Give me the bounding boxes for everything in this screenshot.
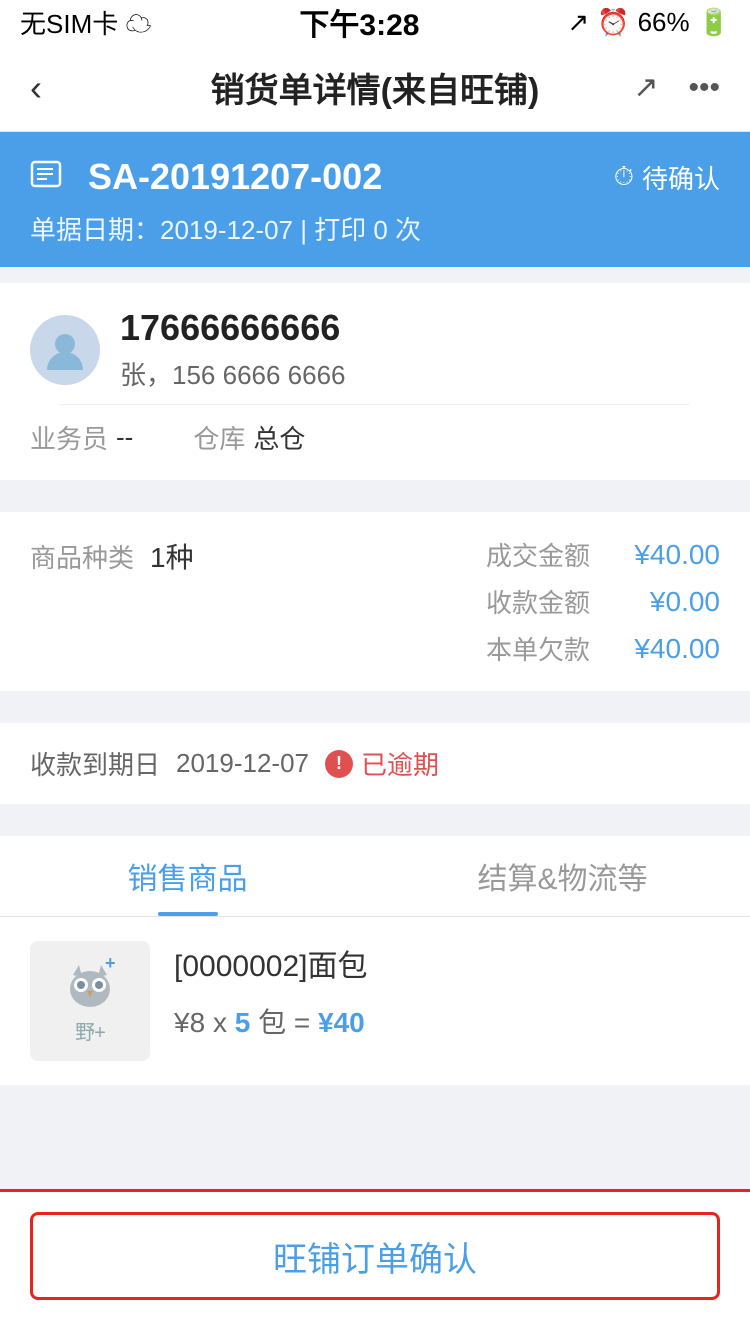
- tab-products-label: 销售商品: [128, 854, 248, 898]
- confirm-btn-wrapper: 旺铺订单确认: [0, 1189, 750, 1334]
- battery-icon: 🔋: [698, 7, 730, 38]
- transaction-amount-label: 成交金额: [486, 536, 590, 573]
- invoice-icon: [30, 160, 66, 195]
- product-logo-icon: +: [55, 957, 125, 1012]
- product-category-value: 1种: [150, 536, 194, 576]
- nav-bar: ‹ 销货单详情(来自旺铺) ↗︎ •••: [0, 44, 750, 132]
- price-multiply: x: [213, 1007, 235, 1038]
- received-amount-label: 收款金额: [486, 583, 590, 620]
- due-date-label: 收款到期日: [30, 745, 160, 782]
- received-amount-value: ¥0.00: [610, 586, 720, 618]
- order-date: 单据日期：2019-12-07 | 打印 0 次: [30, 210, 720, 247]
- product-name: [0000002]面包: [174, 941, 720, 985]
- product-title: 面包: [307, 950, 367, 983]
- tab-settlement[interactable]: 结算&物流等: [375, 836, 750, 916]
- salesperson-value: --: [116, 422, 133, 453]
- alarm-icon: ⏰: [597, 7, 629, 38]
- tab-products[interactable]: 销售商品: [0, 836, 375, 916]
- nav-actions: ↗︎ •••: [633, 70, 720, 105]
- overdue-badge: ! 已逾期: [325, 745, 439, 782]
- summary-section: 商品种类 1种 成交金额 ¥40.00 收款金额 ¥0.00 本单欠款 ¥40.…: [0, 512, 750, 691]
- price-equals: =: [294, 1007, 318, 1038]
- customer-phone: 17666666666: [120, 307, 346, 349]
- back-button[interactable]: ‹: [30, 67, 42, 109]
- price-unit: ¥8: [174, 1007, 205, 1038]
- transaction-amount-value: ¥40.00: [610, 539, 720, 571]
- product-total: ¥40: [318, 1007, 365, 1038]
- owed-amount-value: ¥40.00: [610, 633, 720, 665]
- gap-1: [0, 480, 750, 496]
- battery-status: 66%: [638, 7, 690, 38]
- share-button[interactable]: ↗︎: [633, 70, 658, 105]
- overdue-icon: !: [325, 750, 353, 778]
- product-code: [0000002]: [174, 950, 307, 983]
- customer-avatar: [30, 315, 100, 385]
- status-text: 待确认: [642, 159, 720, 196]
- page-title: 销货单详情(来自旺铺): [211, 63, 540, 112]
- product-price: ¥8 x 5 包 = ¥40: [174, 1001, 720, 1041]
- order-status: ⏱ 待确认: [614, 159, 720, 196]
- overdue-text: 已逾期: [361, 745, 439, 782]
- clock-icon: ⏱: [614, 161, 634, 193]
- due-date-value: 2019-12-07: [176, 748, 309, 779]
- product-image: + 野+: [30, 941, 150, 1061]
- product-info: [0000002]面包 ¥8 x 5 包 = ¥40: [174, 941, 720, 1041]
- more-button[interactable]: •••: [688, 71, 720, 105]
- order-header: SA-20191207-002 ⏱ 待确认 单据日期：2019-12-07 | …: [0, 132, 750, 267]
- status-time: 下午3:28: [299, 0, 419, 44]
- location-icon: ↗: [567, 7, 589, 38]
- status-bar: 无SIM卡 ☁ 下午3:28 ↗ ⏰ 66% 🔋: [0, 0, 750, 44]
- gap-3: [0, 804, 750, 820]
- warehouse-value: 总仓: [253, 419, 305, 456]
- status-right: ↗ ⏰ 66% 🔋: [567, 7, 730, 38]
- product-unit: 包: [258, 1007, 286, 1038]
- customer-name: 张，156 6666 6666: [120, 355, 346, 392]
- product-item: + 野+ [0000002]面包 ¥8 x 5 包 = ¥40: [0, 917, 750, 1085]
- salesperson-label: 业务员: [30, 419, 108, 456]
- owed-amount-label: 本单欠款: [486, 630, 590, 667]
- customer-meta: 业务员 -- 仓库 总仓: [30, 419, 720, 456]
- tabs-container: 销售商品 结算&物流等: [0, 836, 750, 917]
- status-left: 无SIM卡 ☁: [20, 4, 151, 41]
- gap-2: [0, 691, 750, 707]
- order-id: SA-20191207-002: [88, 156, 382, 198]
- warehouse-label: 仓库: [193, 419, 245, 456]
- customer-section: 17666666666 张，156 6666 6666 业务员 -- 仓库 总仓: [0, 283, 750, 480]
- confirm-order-button[interactable]: 旺铺订单确认: [30, 1212, 720, 1300]
- tab-settlement-label: 结算&物流等: [477, 854, 647, 898]
- product-quantity: 5: [235, 1007, 251, 1038]
- sim-status: 无SIM卡 ☁: [20, 4, 151, 41]
- product-category-label: 商品种类: [30, 538, 134, 575]
- svg-text:+: +: [105, 957, 116, 973]
- due-section: 收款到期日 2019-12-07 ! 已逾期: [0, 723, 750, 804]
